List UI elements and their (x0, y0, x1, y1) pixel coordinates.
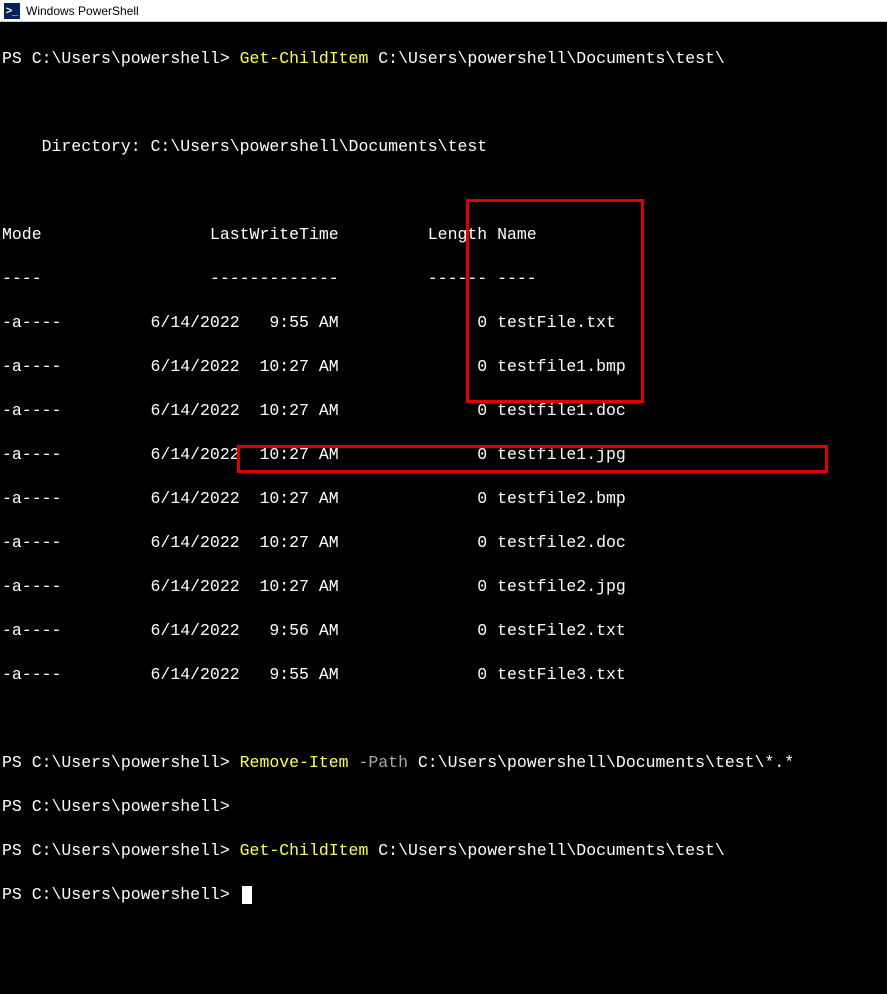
table-row: -a---- 6/14/2022 10:27 AM 0 testfile1.bm… (2, 356, 885, 378)
prompt: PS C:\Users\powershell> (2, 753, 240, 772)
powershell-icon: >_ (4, 3, 20, 19)
cmd-arg: C:\Users\powershell\Documents\test\*.* (408, 753, 794, 772)
table-row: -a---- 6/14/2022 10:27 AM 0 testfile1.do… (2, 400, 885, 422)
prompt: PS C:\Users\powershell> (2, 841, 240, 860)
command-line-2: PS C:\Users\powershell> Remove-Item -Pat… (2, 752, 885, 774)
table-header-sep: ---- ------------- ------ ---- (2, 268, 885, 290)
prompt: PS C:\Users\powershell> (2, 49, 240, 68)
prompt: PS C:\Users\powershell> (2, 885, 240, 904)
command-line-3: PS C:\Users\powershell> (2, 796, 885, 818)
cmdlet: Remove-Item (240, 753, 349, 772)
cmdlet: Get-ChildItem (240, 841, 369, 860)
table-row: -a---- 6/14/2022 9:55 AM 0 testFile.txt (2, 312, 885, 334)
window-titlebar[interactable]: >_ Windows PowerShell (0, 0, 887, 22)
cursor (242, 886, 252, 904)
table-row: -a---- 6/14/2022 9:55 AM 0 testFile3.txt (2, 664, 885, 686)
table-header: Mode LastWriteTime Length Name (2, 224, 885, 246)
table-row: -a---- 6/14/2022 9:56 AM 0 testFile2.txt (2, 620, 885, 642)
command-line-1: PS C:\Users\powershell> Get-ChildItem C:… (2, 48, 885, 70)
table-row: -a---- 6/14/2022 10:27 AM 0 testfile2.jp… (2, 576, 885, 598)
prompt: PS C:\Users\powershell> (2, 797, 230, 816)
terminal-body[interactable]: PS C:\Users\powershell> Get-ChildItem C:… (0, 22, 887, 547)
cmdlet: Get-ChildItem (240, 49, 369, 68)
command-line-4: PS C:\Users\powershell> Get-ChildItem C:… (2, 840, 885, 862)
table-row: -a---- 6/14/2022 10:27 AM 0 testfile2.bm… (2, 488, 885, 510)
cmd-param: -Path (349, 753, 408, 772)
cmd-arg: C:\Users\powershell\Documents\test\ (368, 49, 724, 68)
window-title: Windows PowerShell (26, 4, 139, 18)
directory-label: Directory: C:\Users\powershell\Documents… (2, 136, 885, 158)
command-line-5: PS C:\Users\powershell> (2, 884, 885, 906)
table-row: -a---- 6/14/2022 10:27 AM 0 testfile1.jp… (2, 444, 885, 466)
table-row: -a---- 6/14/2022 10:27 AM 0 testfile2.do… (2, 532, 885, 554)
cmd-arg: C:\Users\powershell\Documents\test\ (368, 841, 724, 860)
